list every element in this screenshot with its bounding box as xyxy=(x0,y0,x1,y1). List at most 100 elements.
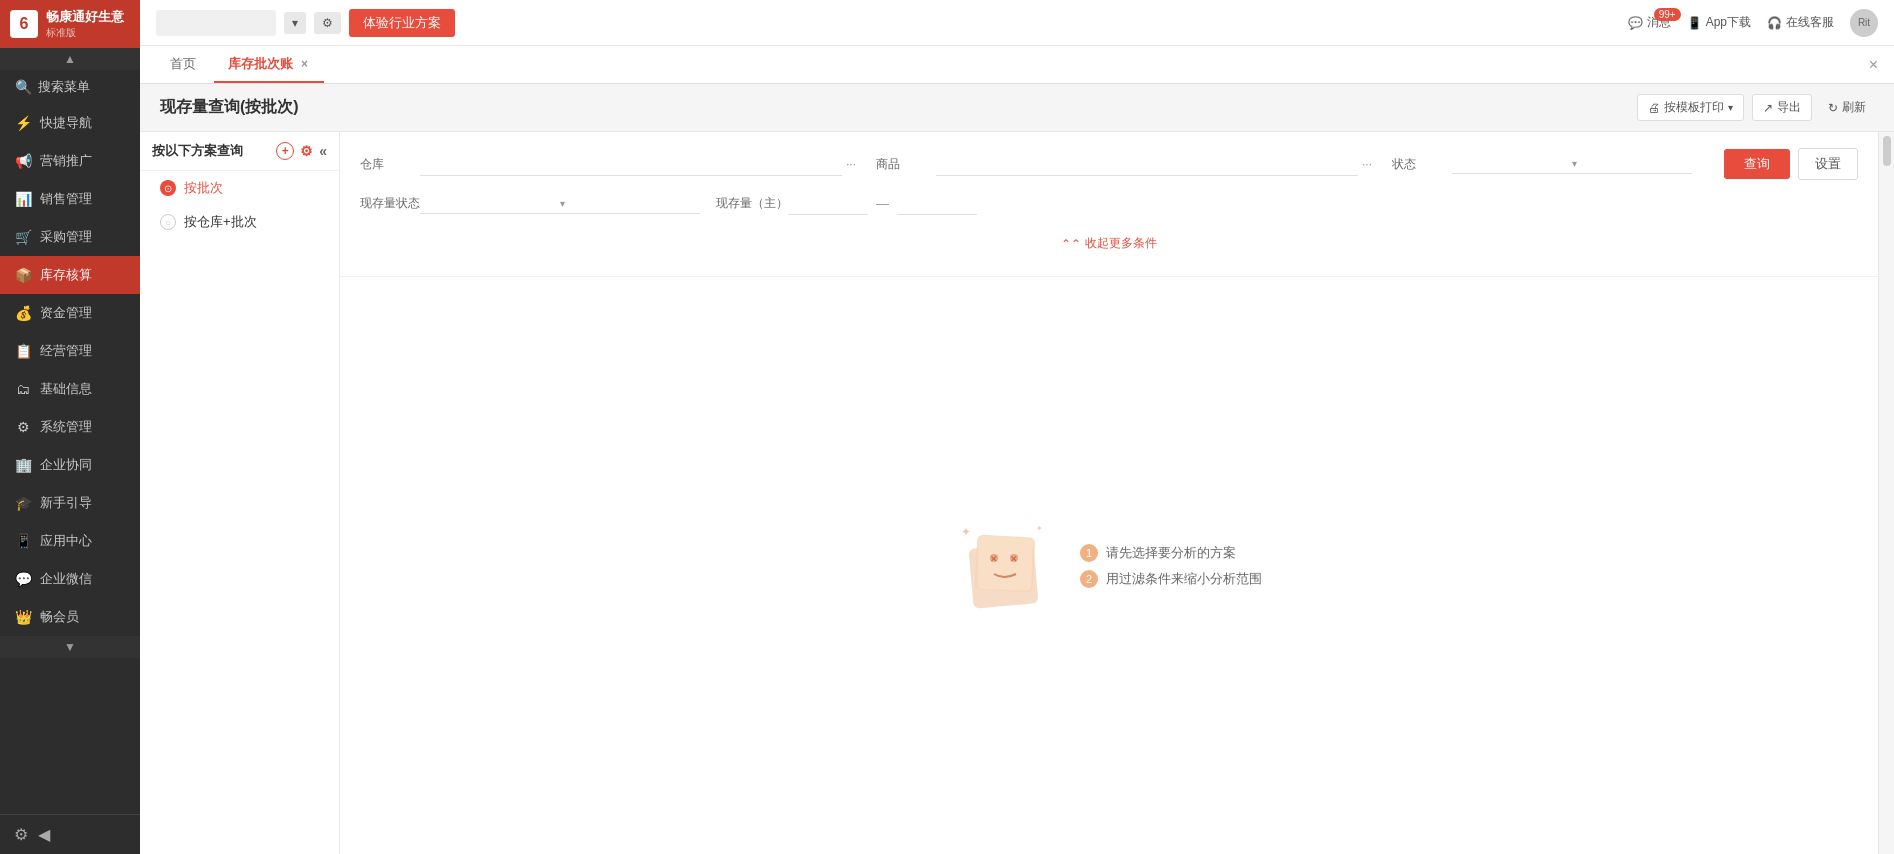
experience-btn[interactable]: 体验行业方案 xyxy=(349,9,455,37)
sidebar-scroll-down[interactable]: ▼ xyxy=(0,636,140,658)
warehouse-input[interactable] xyxy=(420,153,842,176)
enterprise-icon: 🏢 xyxy=(14,456,32,474)
scheme-add-btn[interactable]: + xyxy=(276,142,294,160)
sales-icon: 📊 xyxy=(14,190,32,208)
query-button[interactable]: 查询 xyxy=(1724,149,1790,179)
collapse-up-icon: ⌃⌃ xyxy=(1061,237,1081,251)
sidebar-scroll-up[interactable]: ▲ xyxy=(0,48,140,70)
inventory-qty-to[interactable] xyxy=(897,192,977,215)
svg-text:✕: ✕ xyxy=(990,554,998,564)
scheme-item-by-warehouse-batch[interactable]: ○ 按仓库+批次 xyxy=(140,205,339,239)
scheme-item-by-batch[interactable]: ⊙ 按批次 xyxy=(140,171,339,205)
tab-inventory-batch[interactable]: 库存批次账 × xyxy=(214,47,324,83)
online-service-item[interactable]: 🎧 在线客服 xyxy=(1767,14,1834,31)
goods-label: 商品 xyxy=(876,156,936,173)
export-btn[interactable]: ↗ 导出 xyxy=(1752,94,1812,121)
sidebar-item-label: 经营管理 xyxy=(40,342,92,360)
sidebar-item-wechat[interactable]: 💬 企业微信 xyxy=(0,560,140,598)
sidebar-item-newbie[interactable]: 🎓 新手引导 xyxy=(0,484,140,522)
status-dropdown-arrow: ▾ xyxy=(1572,158,1684,169)
tab-home[interactable]: 首页 xyxy=(156,47,210,83)
scheme-settings-btn[interactable]: ⚙ xyxy=(300,143,313,159)
sidebar-item-sales[interactable]: 📊 销售管理 xyxy=(0,180,140,218)
settings-btn-topbar[interactable]: ⚙ xyxy=(314,12,341,34)
messages-item[interactable]: 💬 消息 99+ xyxy=(1628,14,1671,31)
user-item[interactable]: Rit xyxy=(1850,9,1878,37)
print-icon: 🖨 xyxy=(1648,101,1660,115)
empty-svg: ✕ ✕ ✦ ✦ xyxy=(956,516,1056,626)
empty-tips: 1 请先选择要分析的方案 2 用过滤条件来缩小分析范围 xyxy=(1080,544,1262,588)
collapse-label: 收起更多条件 xyxy=(1085,235,1157,252)
system-icon: ⚙ xyxy=(14,418,32,436)
tab-active-label: 库存批次账 xyxy=(228,55,293,73)
user-avatar: Rit xyxy=(1850,9,1878,37)
sidebar-item-label: 企业协同 xyxy=(40,456,92,474)
svg-rect-2 xyxy=(977,537,1033,591)
scheme-collapse-btn[interactable]: « xyxy=(319,143,327,159)
purchase-icon: 🛒 xyxy=(14,228,32,246)
sidebar-item-marketing[interactable]: 📢 营销推广 xyxy=(0,142,140,180)
tab-home-label: 首页 xyxy=(170,55,196,73)
sidebar: 6 畅康通好生意 标准版 ▲ 🔍 搜索菜单 ⚡ 快捷导航 📢 营销推广 📊 销售… xyxy=(0,0,140,854)
print-btn[interactable]: 🖨 按模板打印 ▾ xyxy=(1637,94,1744,121)
sidebar-item-inventory[interactable]: 📦 库存核算 xyxy=(0,256,140,294)
inventory-qty-from[interactable] xyxy=(788,192,868,215)
inventory-status-select[interactable]: ▾ xyxy=(420,194,700,214)
refresh-btn[interactable]: ↻ 刷新 xyxy=(1820,95,1874,120)
goods-more-icon[interactable]: ··· xyxy=(1358,153,1376,175)
warehouse-more-icon[interactable]: ··· xyxy=(842,153,860,175)
status-label: 状态 xyxy=(1392,156,1452,173)
topbar-right: 💬 消息 99+ 📱 App下载 🎧 在线客服 Rit xyxy=(1628,9,1878,37)
filter-inventory-status: 现存量状态 ▾ xyxy=(360,194,700,214)
app-download-item[interactable]: 📱 App下载 xyxy=(1687,14,1751,31)
goods-input[interactable] xyxy=(936,153,1358,176)
filter-settings-button[interactable]: 设置 xyxy=(1798,148,1858,180)
refresh-icon: ↻ xyxy=(1828,101,1838,115)
tab-close-right[interactable]: × xyxy=(1869,56,1878,74)
tip1-text: 请先选择要分析的方案 xyxy=(1106,544,1236,562)
empty-tip-2: 2 用过滤条件来缩小分析范围 xyxy=(1080,570,1262,588)
page-header-actions: 🖨 按模板打印 ▾ ↗ 导出 ↻ 刷新 xyxy=(1637,94,1874,121)
user-name: Rit xyxy=(1858,17,1870,28)
sidebar-item-operations[interactable]: 📋 经营管理 xyxy=(0,332,140,370)
topbar-search-display xyxy=(156,10,276,36)
page-title: 现存量查询(按批次) xyxy=(160,97,299,118)
settings-icon[interactable]: ⚙ xyxy=(14,825,28,844)
scheme-title: 按以下方案查询 xyxy=(152,142,243,160)
sidebar-footer: ⚙ ◀ xyxy=(0,814,140,854)
sidebar-item-finance[interactable]: 💰 资金管理 xyxy=(0,294,140,332)
dropdown-btn[interactable]: ▾ xyxy=(284,12,306,34)
status-select[interactable]: ▾ xyxy=(1452,154,1692,174)
tip1-num: 1 xyxy=(1080,544,1098,562)
tab-bar: 首页 库存批次账 × × xyxy=(140,46,1894,84)
scheme-panel: 按以下方案查询 + ⚙ « ⊙ 按批次 ○ 按仓库+批次 xyxy=(140,132,340,854)
sidebar-item-search[interactable]: 🔍 搜索菜单 xyxy=(0,70,140,104)
print-dropdown-arrow: ▾ xyxy=(1728,102,1733,113)
right-scrollbar[interactable] xyxy=(1878,132,1894,854)
scheme-header-actions: + ⚙ « xyxy=(276,142,327,160)
sidebar-item-label: 企业微信 xyxy=(40,570,92,588)
sidebar-item-member[interactable]: 👑 畅会员 xyxy=(0,598,140,636)
online-service-label: 在线客服 xyxy=(1786,14,1834,31)
sidebar-item-basic[interactable]: 🗂 基础信息 xyxy=(0,370,140,408)
filter-row-1: 仓库 ··· 商品 ··· 状态 ▾ xyxy=(360,148,1858,180)
sidebar-item-enterprise[interactable]: 🏢 企业协同 xyxy=(0,446,140,484)
sidebar-item-purchase[interactable]: 🛒 采购管理 xyxy=(0,218,140,256)
svg-text:✦: ✦ xyxy=(1036,524,1043,533)
sidebar-item-system[interactable]: ⚙ 系统管理 xyxy=(0,408,140,446)
collapse-row[interactable]: ⌃⌃ 收起更多条件 xyxy=(360,227,1858,260)
empty-state: ✕ ✕ ✦ ✦ 1 请先选择要分析的方案 2 xyxy=(340,277,1878,854)
refresh-btn-label: 刷新 xyxy=(1842,99,1866,116)
filter-area: 仓库 ··· 商品 ··· 状态 ▾ xyxy=(340,132,1878,277)
sidebar-item-quick-nav[interactable]: ⚡ 快捷导航 xyxy=(0,104,140,142)
inventory-qty-label: 现存量（主） xyxy=(716,195,788,212)
sidebar-item-label: 销售管理 xyxy=(40,190,92,208)
sidebar-item-label: 资金管理 xyxy=(40,304,92,322)
member-icon: 👑 xyxy=(14,608,32,626)
query-actions: 查询 设置 xyxy=(1724,148,1858,180)
tip2-text: 用过滤条件来缩小分析范围 xyxy=(1106,570,1262,588)
tab-close-btn[interactable]: × xyxy=(299,57,310,71)
sidebar-item-appstore[interactable]: 📱 应用中心 xyxy=(0,522,140,560)
sidebar-item-label: 快捷导航 xyxy=(40,114,92,132)
collapse-icon[interactable]: ◀ xyxy=(38,825,50,844)
